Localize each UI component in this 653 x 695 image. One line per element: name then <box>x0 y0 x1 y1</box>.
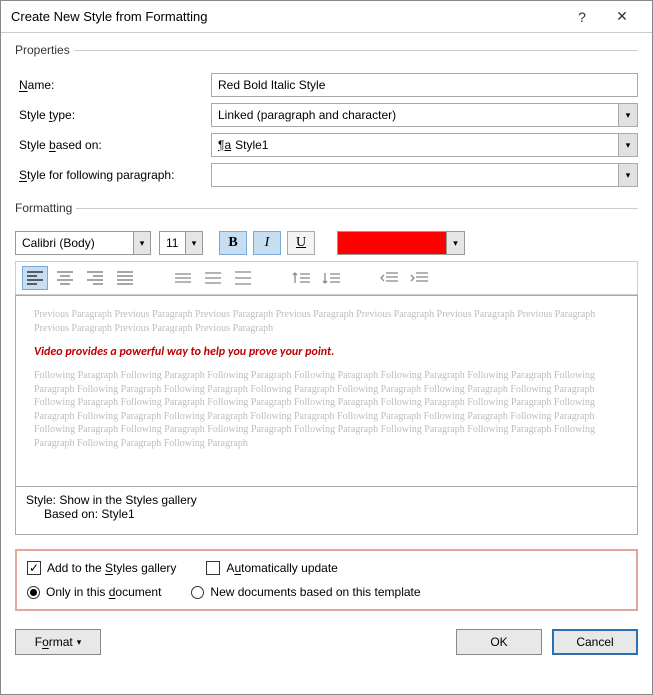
line-spacing-2-button[interactable] <box>230 266 256 290</box>
color-swatch <box>338 232 446 254</box>
only-this-document-radio[interactable] <box>27 586 40 599</box>
font-size-combo[interactable] <box>159 231 185 255</box>
formatting-legend: Formatting <box>15 201 76 215</box>
chevron-down-icon[interactable]: ▾ <box>618 103 638 127</box>
align-left-button[interactable] <box>22 266 48 290</box>
new-documents-label: New documents based on this template <box>210 585 420 599</box>
style-type-label: Style type: <box>15 108 211 122</box>
chevron-down-icon[interactable]: ▾ <box>618 133 638 157</box>
chevron-down-icon[interactable]: ▾ <box>618 163 638 187</box>
options-panel: ✓ Add to the Styles gallery Automaticall… <box>15 549 638 611</box>
line-spacing-15-button[interactable] <box>200 266 226 290</box>
only-this-document-label: Only in this document <box>46 585 161 599</box>
italic-button[interactable]: I <box>253 231 281 255</box>
titlebar: Create New Style from Formatting ? ✕ <box>1 1 652 33</box>
space-before-increase-button[interactable] <box>288 266 314 290</box>
pilcrow-icon: ¶a <box>218 138 231 152</box>
style-based-on-label: Style based on: <box>15 138 211 152</box>
line-spacing-1-button[interactable] <box>170 266 196 290</box>
font-family-combo[interactable] <box>15 231 133 255</box>
style-description-line1: Style: Show in the Styles gallery <box>26 493 627 507</box>
decrease-indent-button[interactable] <box>376 266 402 290</box>
font-color-dropdown[interactable]: ▾ <box>337 231 465 255</box>
style-description-line2: Based on: Style1 <box>26 507 627 521</box>
underline-button[interactable]: U <box>287 231 315 255</box>
bold-button[interactable]: B <box>219 231 247 255</box>
style-following-dropdown[interactable] <box>211 163 618 187</box>
align-justify-button[interactable] <box>112 266 138 290</box>
preview-panel: Previous Paragraph Previous Paragraph Pr… <box>15 295 638 487</box>
new-documents-radio[interactable] <box>191 586 204 599</box>
close-button[interactable]: ✕ <box>602 3 642 31</box>
chevron-down-icon[interactable]: ▾ <box>133 231 151 255</box>
chevron-down-icon: ▾ <box>77 637 82 648</box>
style-following-label: Style for following paragraph: <box>15 168 211 182</box>
chevron-down-icon[interactable]: ▾ <box>185 231 203 255</box>
format-button[interactable]: Format▾ <box>15 629 101 655</box>
align-center-button[interactable] <box>52 266 78 290</box>
formatting-group: Formatting ▾ ▾ B I U ▾ <box>15 201 638 535</box>
cancel-button[interactable]: Cancel <box>552 629 638 655</box>
name-input[interactable] <box>211 73 638 97</box>
properties-group: Properties Name: Style type: ▾ Style ba <box>15 43 638 193</box>
preview-following-text: Following Paragraph Following Paragraph … <box>34 369 619 450</box>
ok-button[interactable]: OK <box>456 629 542 655</box>
window-title: Create New Style from Formatting <box>11 9 562 24</box>
name-label: Name: <box>15 78 211 92</box>
add-to-gallery-checkbox[interactable]: ✓ <box>27 561 41 575</box>
help-button[interactable]: ? <box>562 3 602 31</box>
add-to-gallery-label: Add to the Styles gallery <box>47 561 176 575</box>
chevron-down-icon[interactable]: ▾ <box>446 232 464 254</box>
properties-legend: Properties <box>15 43 74 57</box>
space-before-decrease-button[interactable] <box>318 266 344 290</box>
style-description: Style: Show in the Styles gallery Based … <box>15 487 638 535</box>
dialog: Create New Style from Formatting ? ✕ Pro… <box>0 0 653 695</box>
preview-previous-text: Previous Paragraph Previous Paragraph Pr… <box>34 308 619 335</box>
auto-update-checkbox[interactable] <box>206 561 220 575</box>
increase-indent-button[interactable] <box>406 266 432 290</box>
auto-update-label: Automatically update <box>226 561 337 575</box>
style-based-on-dropdown[interactable]: ¶a Style1 <box>211 133 618 157</box>
preview-sample-text: Video provides a powerful way to help yo… <box>34 345 619 359</box>
style-type-dropdown[interactable] <box>211 103 618 127</box>
align-right-button[interactable] <box>82 266 108 290</box>
